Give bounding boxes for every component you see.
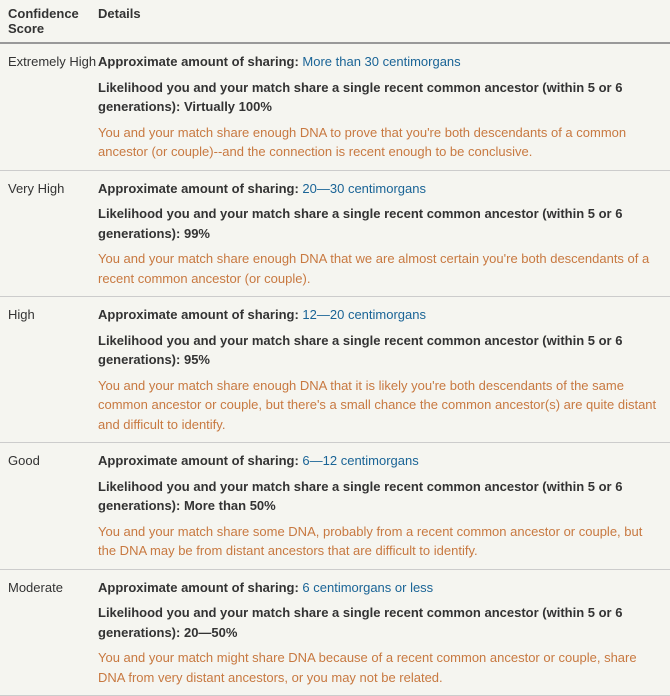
table-row: HighApproximate amount of sharing: 12—20…	[0, 297, 670, 443]
sharing-block: Approximate amount of sharing: More than…	[98, 52, 662, 72]
likelihood-value: More than 50%	[184, 498, 276, 513]
likelihood-block: Likelihood you and your match share a si…	[98, 603, 662, 642]
likelihood-value: 95%	[184, 352, 210, 367]
sharing-label: Approximate amount of sharing:	[98, 453, 302, 468]
details-cell: Approximate amount of sharing: More than…	[98, 52, 662, 162]
score-cell: Very High	[8, 179, 98, 289]
table-row: Extremely HighApproximate amount of shar…	[0, 44, 670, 171]
likelihood-block: Likelihood you and your match share a si…	[98, 477, 662, 516]
score-cell: Moderate	[8, 578, 98, 688]
likelihood-value: 99%	[184, 226, 210, 241]
sharing-block: Approximate amount of sharing: 20—30 cen…	[98, 179, 662, 199]
confidence-table: Confidence Score Details Extremely HighA…	[0, 0, 670, 696]
table-row: Very HighApproximate amount of sharing: …	[0, 171, 670, 298]
sharing-block: Approximate amount of sharing: 12—20 cen…	[98, 305, 662, 325]
details-cell: Approximate amount of sharing: 20—30 cen…	[98, 179, 662, 289]
score-cell: High	[8, 305, 98, 434]
details-cell: Approximate amount of sharing: 12—20 cen…	[98, 305, 662, 434]
header-details-label: Details	[98, 6, 141, 21]
sharing-block: Approximate amount of sharing: 6 centimo…	[98, 578, 662, 598]
description-block: You and your match share some DNA, proba…	[98, 522, 662, 561]
description-block: You and your match might share DNA becau…	[98, 648, 662, 687]
likelihood-block: Likelihood you and your match share a si…	[98, 78, 662, 117]
sharing-value: 12—20 centimorgans	[302, 307, 426, 322]
header-score: Confidence Score	[8, 6, 98, 36]
likelihood-value: 20—50%	[184, 625, 237, 640]
description-block: You and your match share enough DNA to p…	[98, 123, 662, 162]
likelihood-block: Likelihood you and your match share a si…	[98, 204, 662, 243]
table-body: Extremely HighApproximate amount of shar…	[0, 44, 670, 696]
likelihood-label: Likelihood you and your match share a si…	[98, 479, 622, 514]
likelihood-label: Likelihood you and your match share a si…	[98, 206, 622, 241]
sharing-value: 20—30 centimorgans	[302, 181, 426, 196]
sharing-block: Approximate amount of sharing: 6—12 cent…	[98, 451, 662, 471]
likelihood-label: Likelihood you and your match share a si…	[98, 333, 622, 368]
sharing-label: Approximate amount of sharing:	[98, 307, 302, 322]
header-details: Details	[98, 6, 662, 36]
table-row: GoodApproximate amount of sharing: 6—12 …	[0, 443, 670, 570]
details-cell: Approximate amount of sharing: 6—12 cent…	[98, 451, 662, 561]
header-score-label: Confidence Score	[8, 6, 79, 36]
sharing-value: 6—12 centimorgans	[302, 453, 418, 468]
description-block: You and your match share enough DNA that…	[98, 249, 662, 288]
details-cell: Approximate amount of sharing: 6 centimo…	[98, 578, 662, 688]
sharing-label: Approximate amount of sharing:	[98, 181, 302, 196]
score-cell: Extremely High	[8, 52, 98, 162]
likelihood-value: Virtually 100%	[184, 99, 272, 114]
sharing-label: Approximate amount of sharing:	[98, 580, 302, 595]
description-block: You and your match share enough DNA that…	[98, 376, 662, 435]
sharing-label: Approximate amount of sharing:	[98, 54, 302, 69]
sharing-value: More than 30 centimorgans	[302, 54, 460, 69]
likelihood-label: Likelihood you and your match share a si…	[98, 605, 622, 640]
score-cell: Good	[8, 451, 98, 561]
sharing-value: 6 centimorgans or less	[302, 580, 433, 595]
likelihood-block: Likelihood you and your match share a si…	[98, 331, 662, 370]
table-header: Confidence Score Details	[0, 0, 670, 44]
table-row: ModerateApproximate amount of sharing: 6…	[0, 570, 670, 696]
likelihood-label: Likelihood you and your match share a si…	[98, 80, 622, 115]
